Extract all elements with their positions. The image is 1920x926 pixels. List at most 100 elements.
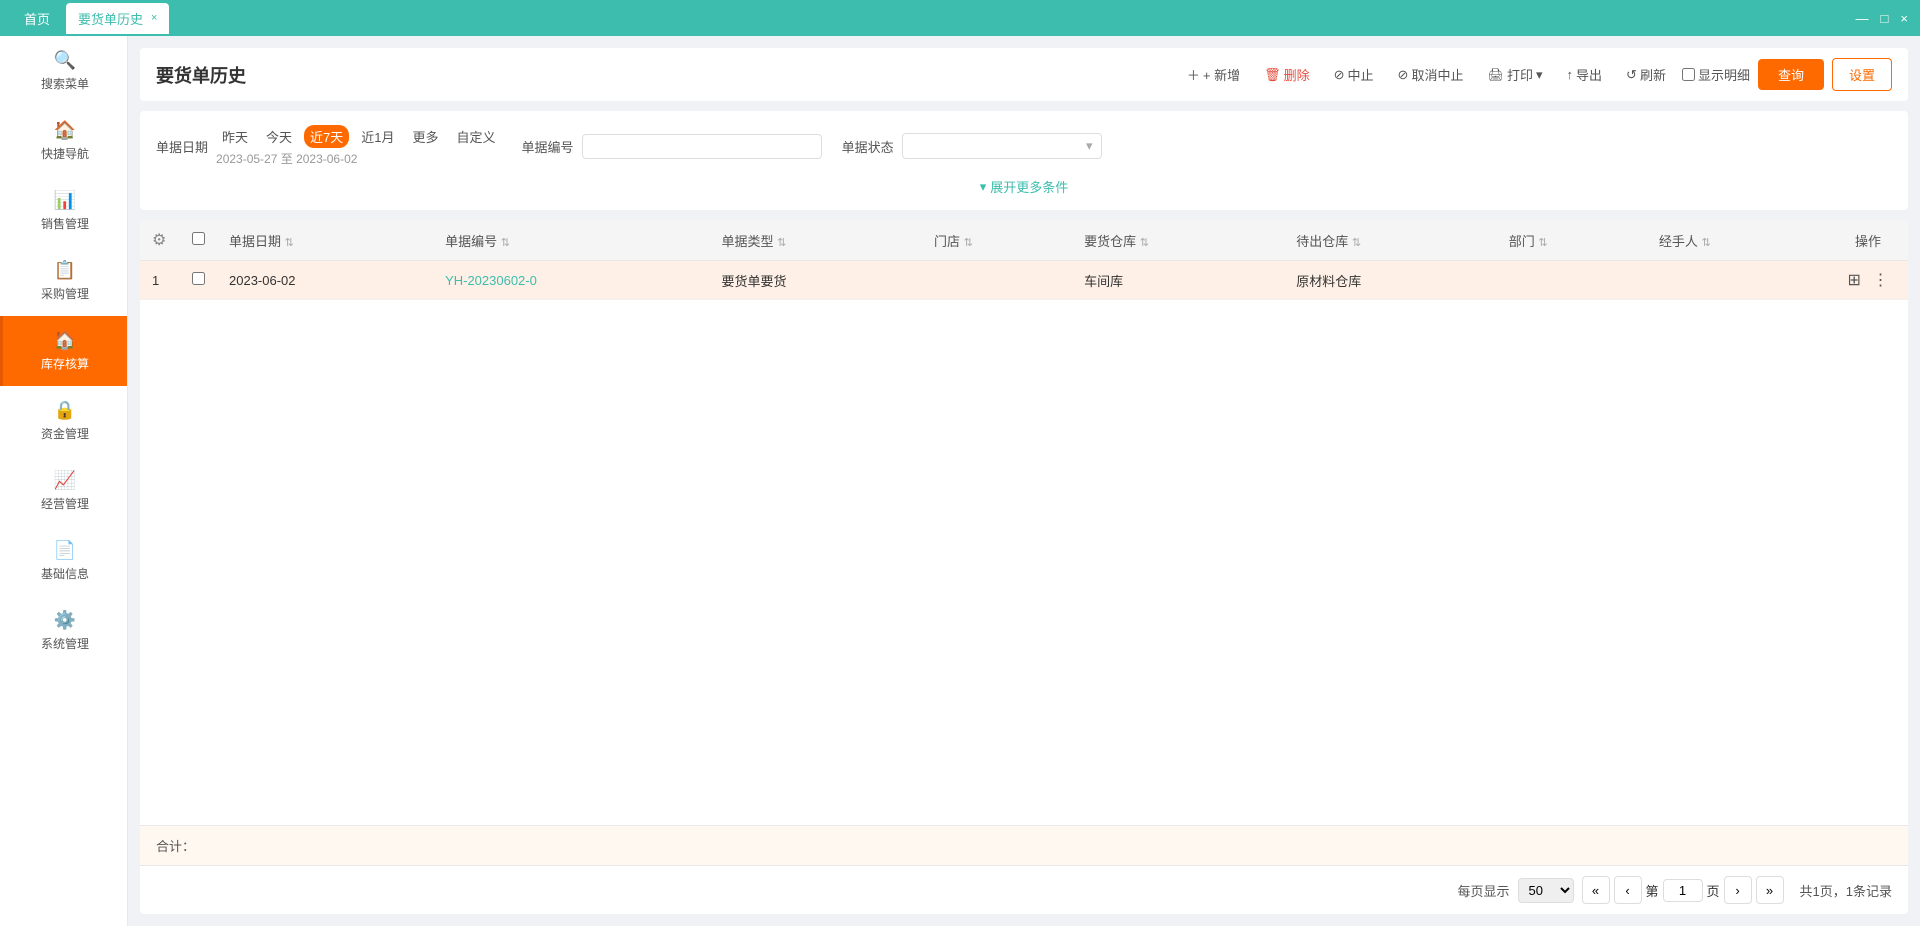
status-input[interactable] (911, 139, 1086, 154)
pagination: 每页显示 50 10 20 100 « ‹ 第 页 › » 共1页，1条记录 (140, 865, 1908, 914)
sidebar-item-inventory[interactable]: 🏠 库存核算 (0, 316, 127, 386)
sidebar-item-quick-nav[interactable]: 🏠 快捷导航 (0, 106, 127, 176)
date-label: 单据日期 (156, 137, 208, 156)
th-department: 部门 ⇅ (1497, 220, 1647, 261)
per-page-select[interactable]: 50 10 20 100 (1518, 878, 1574, 903)
sort-dept-icon[interactable]: ⇅ (1538, 237, 1547, 249)
sidebar-item-label: 库存核算 (41, 355, 89, 372)
th-settings: ⚙ (140, 220, 180, 261)
table-header-row: ⚙ 单据日期 ⇅ 单据编号 ⇅ (140, 220, 1908, 261)
date-range-display: 2023-05-27 至 2023-06-02 (216, 150, 502, 167)
filter-row: 单据日期 昨天 今天 近7天 近1月 更多 自定义 2023-05-27 至 2… (156, 125, 1892, 167)
bill-no-link[interactable]: YH-20230602-0 (445, 273, 537, 288)
sidebar-item-label: 基础信息 (41, 565, 89, 582)
export-icon: ↑ (1567, 67, 1574, 82)
date-shortcuts: 昨天 今天 近7天 近1月 更多 自定义 2023-05-27 至 2023-0… (216, 125, 502, 167)
home-icon: 🏠 (54, 120, 76, 141)
query-button[interactable]: 查询 (1758, 59, 1824, 90)
home-tab[interactable]: 首页 (12, 3, 62, 34)
sort-reqwh-icon[interactable]: ⇅ (1140, 237, 1149, 249)
th-checkbox (180, 220, 217, 261)
export-button[interactable]: ↑ 导出 (1559, 61, 1611, 88)
shortcut-7days[interactable]: 近7天 (304, 125, 349, 148)
top-bar: 首页 要货单历史 × — □ × (0, 0, 1920, 36)
view-action-icon[interactable]: ⊞ (1843, 270, 1864, 291)
sort-billno-icon[interactable]: ⇅ (501, 237, 510, 249)
sort-pendwh-icon[interactable]: ⇅ (1352, 237, 1361, 249)
sidebar-item-label: 资金管理 (41, 425, 89, 442)
expand-more-button[interactable]: ▾ 展开更多条件 (156, 177, 1892, 196)
close-button[interactable]: × (1900, 11, 1908, 26)
th-action: 操作 (1828, 220, 1908, 261)
cancel-stop-icon: ⊘ (1398, 67, 1409, 83)
sort-type-icon[interactable]: ⇅ (777, 237, 786, 249)
status-label: 单据状态 (842, 137, 894, 156)
stop-button[interactable]: ⊘ 中止 (1326, 61, 1382, 88)
th-store: 门店 ⇅ (922, 220, 1072, 261)
th-pending-warehouse: 待出仓库 ⇅ (1284, 220, 1497, 261)
inventory-icon: 🏠 (54, 330, 76, 351)
row-checkbox[interactable] (192, 272, 205, 285)
cancel-stop-button[interactable]: ⊘ 取消中止 (1390, 61, 1472, 88)
table-row: 1 2023-06-02 YH-20230602-0 要货单要货 车间库 原材料… (140, 261, 1908, 300)
data-table: ⚙ 单据日期 ⇅ 单据编号 ⇅ (140, 220, 1908, 300)
cell-checkbox (180, 261, 217, 300)
last-page-button[interactable]: » (1756, 876, 1784, 904)
sidebar-item-system[interactable]: ⚙️ 系统管理 (0, 596, 127, 666)
next-page-button[interactable]: › (1724, 876, 1752, 904)
page-unit: 页 (1707, 881, 1720, 900)
sidebar-item-operation[interactable]: 📈 经营管理 (0, 456, 127, 526)
sidebar-item-label: 系统管理 (41, 635, 89, 652)
print-button[interactable]: 🖨 打印 ▾ (1479, 61, 1550, 88)
sort-store-icon[interactable]: ⇅ (964, 237, 973, 249)
plus-icon: ＋ (1187, 65, 1200, 84)
shortcut-more[interactable]: 更多 (407, 125, 445, 148)
sales-icon: 📊 (54, 190, 76, 211)
filter-area: 单据日期 昨天 今天 近7天 近1月 更多 自定义 2023-05-27 至 2… (140, 111, 1908, 210)
stop-icon: ⊘ (1334, 67, 1345, 83)
prev-page-button[interactable]: ‹ (1614, 876, 1642, 904)
sort-handler-icon[interactable]: ⇅ (1701, 237, 1710, 249)
expand-icon: ▾ (980, 179, 987, 195)
sidebar-item-sales[interactable]: 📊 销售管理 (0, 176, 127, 246)
first-page-button[interactable]: « (1582, 876, 1610, 904)
total-info: 共1页，1条记录 (1800, 881, 1892, 900)
new-button[interactable]: ＋ + 新增 (1179, 61, 1248, 88)
th-bill-type: 单据类型 ⇅ (710, 220, 923, 261)
refresh-icon: ↺ (1626, 67, 1637, 83)
page-title: 要货单历史 (156, 62, 246, 88)
status-dropdown-icon[interactable]: ▾ (1086, 138, 1093, 154)
date-filter: 单据日期 昨天 今天 近7天 近1月 更多 自定义 2023-05-27 至 2… (156, 125, 502, 167)
sidebar-item-search-menu[interactable]: 🔍 搜索菜单 (0, 36, 127, 106)
sidebar-item-purchase[interactable]: 📋 采购管理 (0, 246, 127, 316)
sidebar-item-label: 销售管理 (41, 215, 89, 232)
display-cell-checkbox[interactable] (1682, 68, 1695, 81)
header-actions: ＋ + 新增 🗑 删除 ⊘ 中止 ⊘ 取消中止 🖨 打印 (1179, 58, 1892, 91)
tab-close-icon[interactable]: × (151, 12, 157, 24)
column-settings-icon[interactable]: ⚙ (152, 232, 166, 249)
shortcut-today[interactable]: 今天 (260, 125, 298, 148)
shortcut-1month[interactable]: 近1月 (355, 125, 400, 148)
maximize-button[interactable]: □ (1881, 11, 1889, 26)
pagination-nav: « ‹ 第 页 › » (1582, 876, 1784, 904)
minimize-button[interactable]: — (1856, 11, 1869, 26)
settings-button[interactable]: 设置 (1832, 58, 1892, 91)
page-number-input[interactable] (1663, 879, 1703, 902)
page-label: 第 (1646, 881, 1659, 900)
print-dropdown-icon: ▾ (1536, 67, 1543, 83)
base-info-icon: 📄 (54, 540, 76, 561)
delete-button[interactable]: 🗑 删除 (1256, 61, 1318, 88)
bill-no-input[interactable] (582, 134, 822, 159)
sort-date-icon[interactable]: ⇅ (285, 237, 294, 249)
shortcut-custom[interactable]: 自定义 (451, 125, 502, 148)
more-action-icon[interactable]: ⋮ (1869, 270, 1893, 291)
shortcut-yesterday[interactable]: 昨天 (216, 125, 254, 148)
sidebar-item-base-info[interactable]: 📄 基础信息 (0, 526, 127, 596)
refresh-button[interactable]: ↺ 刷新 (1618, 61, 1674, 88)
active-tab[interactable]: 要货单历史 × (66, 3, 169, 34)
print-icon: 🖨 (1487, 67, 1504, 83)
display-cell-button[interactable]: 显示明细 (1682, 65, 1750, 84)
sidebar-item-finance[interactable]: 🔒 资金管理 (0, 386, 127, 456)
select-all-checkbox[interactable] (192, 232, 205, 245)
delete-icon: 🗑 (1264, 67, 1281, 83)
